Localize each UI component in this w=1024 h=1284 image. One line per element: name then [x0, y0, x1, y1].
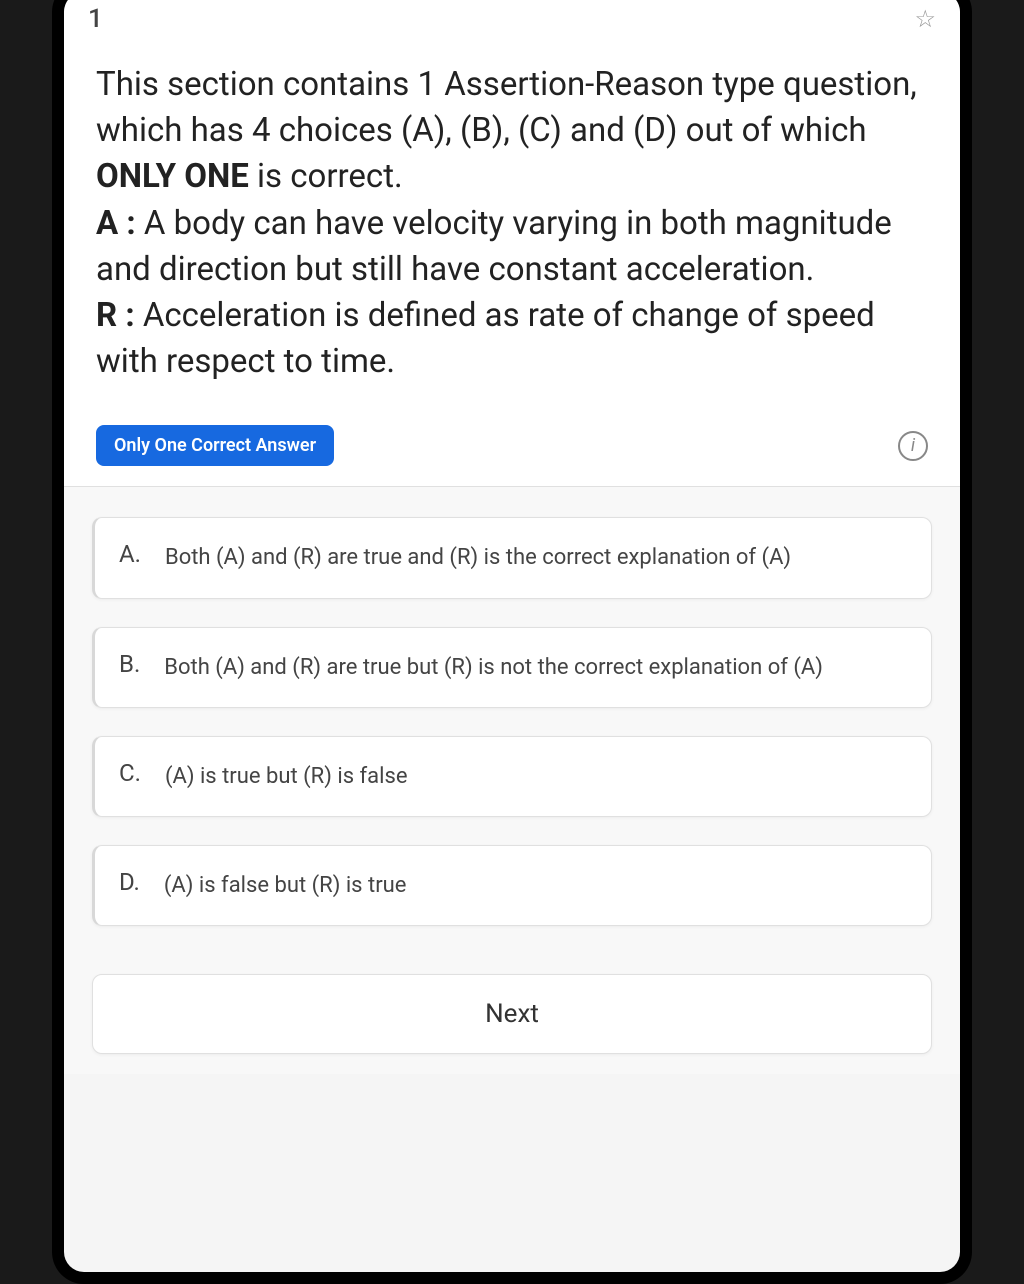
assertion-label: A : [96, 204, 144, 243]
option-label-d: D. [119, 868, 140, 896]
option-c[interactable]: C. (A) is true but (R) is false [92, 736, 932, 817]
reason-label: R : [96, 296, 143, 335]
question-number: 1 [88, 4, 103, 34]
option-text-b: Both (A) and (R) are true but (R) is not… [164, 650, 823, 685]
question-text: This section contains 1 Assertion-Reason… [96, 62, 928, 385]
only-one-bold: ONLY ONE [96, 157, 249, 196]
option-text-d: (A) is false but (R) is true [164, 868, 407, 903]
option-label-a: A. [119, 540, 141, 568]
option-text-a: Both (A) and (R) are true and (R) is the… [165, 540, 791, 575]
answer-type-badge: Only One Correct Answer [96, 425, 334, 466]
header-bar: 1 ☆ [64, 0, 960, 42]
question-intro: This section contains 1 Assertion-Reason… [96, 65, 917, 150]
option-d[interactable]: D. (A) is false but (R) is true [92, 845, 932, 926]
next-button-container: Next [64, 974, 960, 1074]
assertion-text: A body can have velocity varying in both… [96, 204, 892, 289]
option-a[interactable]: A. Both (A) and (R) are true and (R) is … [92, 517, 932, 598]
option-label-c: C. [119, 759, 141, 787]
option-label-b: B. [119, 650, 140, 678]
next-button[interactable]: Next [92, 974, 932, 1054]
phone-frame: 1 ☆ This section contains 1 Assertion-Re… [52, 0, 972, 1284]
option-b[interactable]: B. Both (A) and (R) are true but (R) is … [92, 627, 932, 708]
star-icon[interactable]: ☆ [914, 5, 936, 33]
options-container: A. Both (A) and (R) are true and (R) is … [64, 487, 960, 974]
badge-row: Only One Correct Answer i [64, 415, 960, 487]
is-correct-text: is correct. [249, 157, 403, 196]
reason-text: Acceleration is defined as rate of chang… [96, 296, 875, 381]
info-icon[interactable]: i [898, 431, 928, 461]
app-screen: 1 ☆ This section contains 1 Assertion-Re… [64, 0, 960, 1272]
question-body: This section contains 1 Assertion-Reason… [64, 42, 960, 415]
option-text-c: (A) is true but (R) is false [165, 759, 408, 794]
